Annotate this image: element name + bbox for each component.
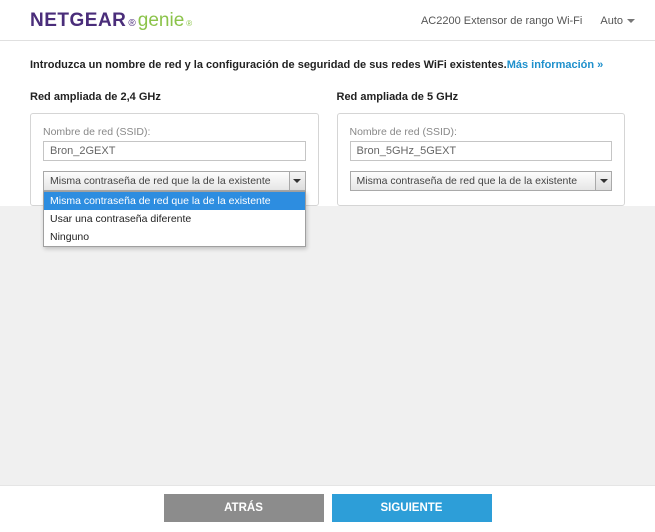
logo-netgear: NETGEAR	[30, 10, 126, 32]
intro-text: Introduzca un nombre de red y la configu…	[30, 59, 625, 71]
back-button[interactable]: ATRÁS	[164, 494, 324, 522]
dropdown-arrow-icon	[595, 172, 611, 190]
ssid-input-24[interactable]	[43, 141, 306, 161]
reg-mark-icon: ®	[186, 19, 192, 28]
next-button[interactable]: SIGUIENTE	[332, 494, 492, 522]
band-24-title: Red ampliada de 2,4 GHz	[30, 91, 319, 103]
logo-genie: genie	[138, 10, 185, 32]
ssid-label-5: Nombre de red (SSID):	[350, 126, 613, 138]
ssid-label-24: Nombre de red (SSID):	[43, 126, 306, 138]
dropdown-option-none[interactable]: Ninguno	[44, 228, 305, 246]
dropdown-arrow-icon	[289, 172, 305, 190]
dropdown-option-different[interactable]: Usar una contraseña diferente	[44, 210, 305, 228]
password-select-5[interactable]: Misma contraseña de red que la de la exi…	[350, 171, 613, 191]
band-5-title: Red ampliada de 5 GHz	[337, 91, 626, 103]
logo: NETGEAR® genie®	[30, 10, 192, 32]
reg-mark-icon: ®	[128, 18, 135, 29]
band-5-card: Nombre de red (SSID): Misma contraseña d…	[337, 113, 626, 206]
chevron-down-icon	[627, 19, 635, 23]
language-selector[interactable]: Auto	[600, 15, 635, 27]
more-info-link[interactable]: Más información »	[507, 59, 604, 71]
ssid-input-5[interactable]	[350, 141, 613, 161]
password-dropdown-24: Misma contraseña de red que la de la exi…	[43, 191, 306, 247]
footer: ATRÁS SIGUIENTE	[0, 485, 655, 532]
band-24-card: Nombre de red (SSID): Misma contraseña d…	[30, 113, 319, 206]
header: NETGEAR® genie® AC2200 Extensor de rango…	[0, 0, 655, 41]
language-label: Auto	[600, 15, 623, 27]
dropdown-option-same[interactable]: Misma contraseña de red que la de la exi…	[44, 192, 305, 210]
product-title: AC2200 Extensor de rango Wi-Fi	[421, 15, 582, 27]
password-select-24[interactable]: Misma contraseña de red que la de la exi…	[43, 171, 306, 191]
